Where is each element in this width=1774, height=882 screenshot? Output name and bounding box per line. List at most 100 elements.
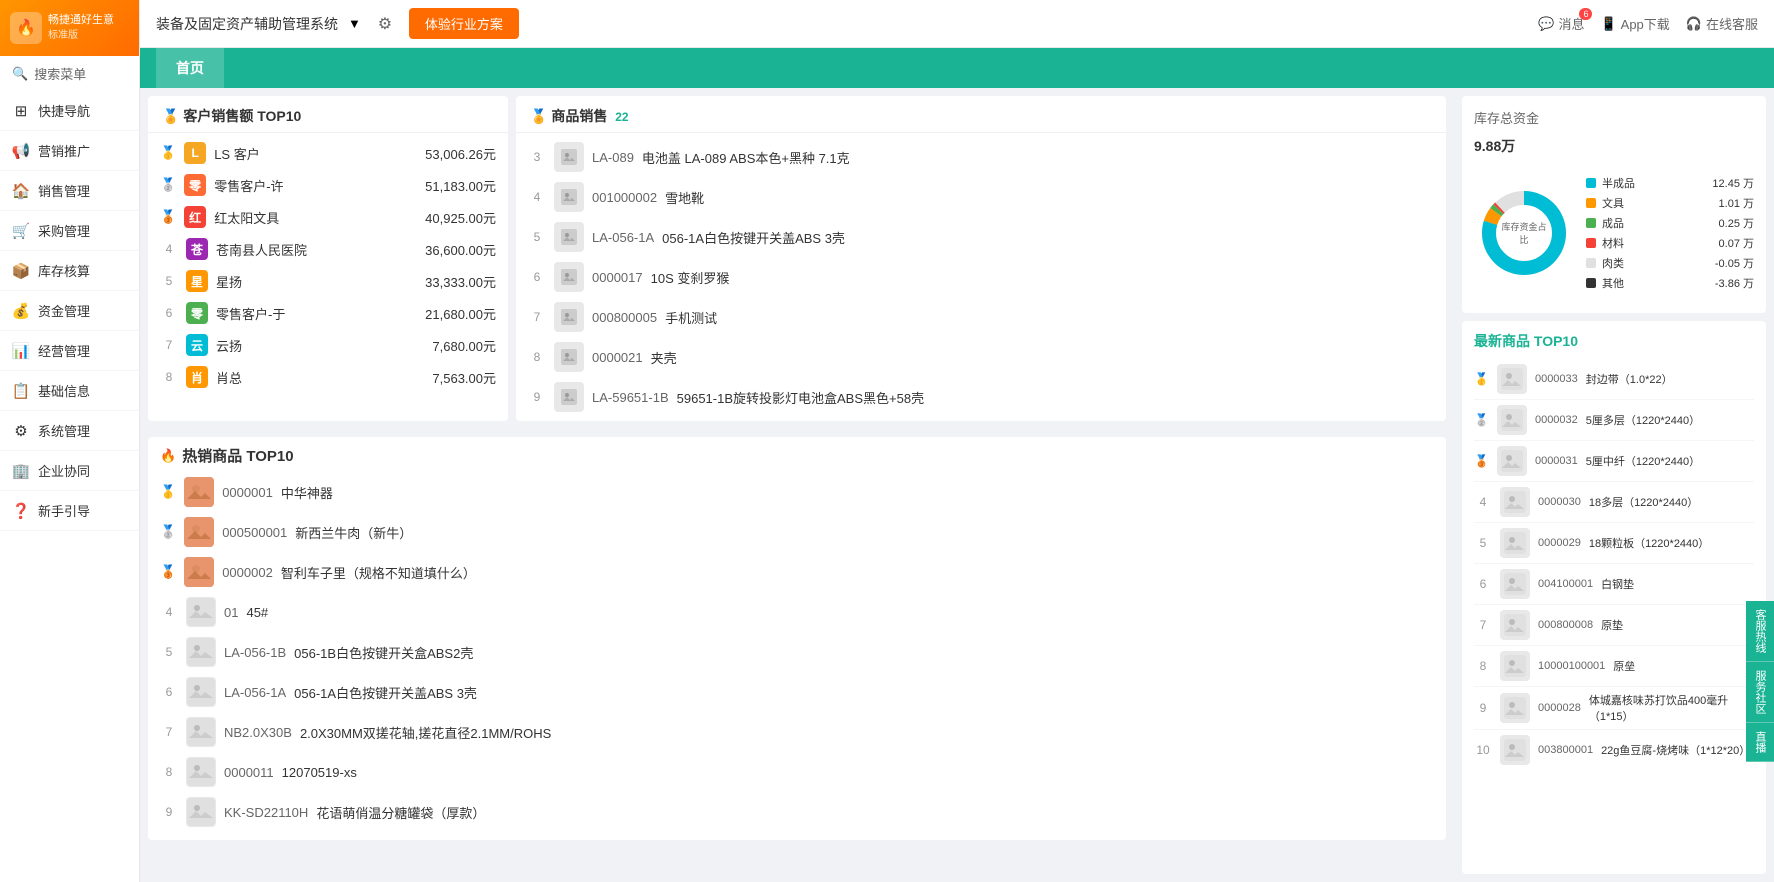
product-code: 0000031 bbox=[1535, 455, 1578, 467]
gear-icon[interactable]: ⚙ bbox=[371, 10, 399, 38]
online-service-btn[interactable]: 🎧 在线客服 bbox=[1686, 14, 1758, 33]
list-item: 🥈 0000032 5厘多层（1220*2440） bbox=[1474, 400, 1754, 441]
customer-amount: 40,925.00元 bbox=[425, 208, 496, 227]
product-name: 59651-1B旋转投影灯电池盒ABS黑色+58壳 bbox=[677, 388, 1434, 407]
product-code: LA-056-1A bbox=[592, 230, 654, 245]
cs-live-btn[interactable]: 直播 bbox=[1746, 723, 1774, 762]
rank-number: 6 bbox=[160, 685, 178, 699]
product-image-placeholder bbox=[1500, 487, 1530, 517]
sidebar-item-base-info[interactable]: 📋 基础信息 bbox=[0, 371, 139, 411]
try-btn[interactable]: 体验行业方案 bbox=[409, 8, 519, 39]
product-image-placeholder bbox=[554, 302, 584, 332]
customer-badge: 苍 bbox=[186, 238, 208, 260]
donut-label: 库存资金占比 bbox=[1499, 220, 1549, 246]
donut-chart: 库存资金占比 bbox=[1474, 183, 1574, 283]
product-code: 000500001 bbox=[222, 525, 287, 540]
bronze-medal-icon: 🥉 bbox=[160, 209, 176, 225]
search-menu[interactable]: 🔍 搜索菜单 bbox=[0, 56, 139, 91]
product-code: 0000030 bbox=[1538, 496, 1581, 508]
product-name: 45# bbox=[246, 605, 1434, 620]
legend-name: 成品 bbox=[1602, 215, 1713, 231]
sidebar-item-enterprise[interactable]: 🏢 企业协同 bbox=[0, 451, 139, 491]
table-row: 8 0000021 夹壳 bbox=[516, 337, 1446, 377]
sidebar-item-purchase-mgmt[interactable]: 🛒 采购管理 bbox=[0, 211, 139, 251]
customer-name: 肖总 bbox=[216, 368, 424, 387]
cs-community-btn[interactable]: 服务社区 bbox=[1746, 662, 1774, 723]
sidebar-label-stock-calc: 库存核算 bbox=[38, 261, 90, 280]
customer-badge: 红 bbox=[184, 206, 206, 228]
sidebar-item-marketing[interactable]: 📢 营销推广 bbox=[0, 131, 139, 171]
product-image-placeholder bbox=[1497, 405, 1527, 435]
customer-badge: 肖 bbox=[186, 366, 208, 388]
product-code: 004100001 bbox=[1538, 578, 1593, 590]
sidebar-item-sys-mgmt[interactable]: ⚙ 系统管理 bbox=[0, 411, 139, 451]
newest-products-panel: 最新商品 TOP10 🥇 0000033 封边带（1.0*22） 🥈 00000… bbox=[1462, 321, 1766, 874]
app-download-btn[interactable]: 📱 App下载 bbox=[1600, 14, 1669, 33]
table-row: 6 0000017 10S 变刹罗猴 bbox=[516, 257, 1446, 297]
rank-number: 5 bbox=[528, 230, 546, 244]
legend-name: 肉类 bbox=[1602, 255, 1709, 271]
product-name: 手机测试 bbox=[665, 308, 1434, 327]
sidebar-item-finance-mgmt[interactable]: 💰 资金管理 bbox=[0, 291, 139, 331]
product-name: 056-1A白色按键开关盖ABS 3壳 bbox=[294, 683, 1434, 702]
sidebar-label-sys-mgmt: 系统管理 bbox=[38, 421, 90, 440]
topbar-dropdown[interactable]: ▼ bbox=[348, 16, 361, 31]
product-image-placeholder bbox=[186, 797, 216, 827]
product-name: 新西兰牛肉（新牛） bbox=[295, 523, 1434, 542]
sidebar-item-newbie[interactable]: ❓ 新手引导 bbox=[0, 491, 139, 531]
gold-medal-icon: 🥇 bbox=[1474, 372, 1489, 386]
tab-home[interactable]: 首页 bbox=[156, 48, 224, 88]
customer-badge: 零 bbox=[184, 174, 206, 196]
product-name: 白钢垫 bbox=[1601, 576, 1754, 592]
list-item: 🥉 0000002 智利车子里（规格不知道填什么） bbox=[148, 552, 1446, 592]
customer-badge: 云 bbox=[186, 334, 208, 356]
rank-number: 5 bbox=[160, 274, 178, 288]
rank-number: 9 bbox=[1474, 701, 1492, 715]
table-row: 3 LA-089 电池盖 LA-089 ABS本色+黑种 7.1克 bbox=[516, 137, 1446, 177]
sidebar-item-ops-mgmt[interactable]: 📊 经营管理 bbox=[0, 331, 139, 371]
sidebar-icon-sys-mgmt: ⚙ bbox=[12, 422, 30, 440]
product-name: 18多层（1220*2440） bbox=[1589, 494, 1754, 510]
msg-btn[interactable]: 💬 消息 6 bbox=[1538, 14, 1584, 33]
list-item: 8 10000100001 原垒 bbox=[1474, 646, 1754, 687]
customer-amount: 33,333.00元 bbox=[425, 272, 496, 291]
cs-hotline-btn[interactable]: 客服热线 bbox=[1746, 601, 1774, 662]
product-code: 0000011 bbox=[224, 765, 274, 780]
right-side: 库存总资金 9.88万 bbox=[1454, 88, 1774, 882]
sidebar-item-quick-nav[interactable]: ⊞ 快捷导航 bbox=[0, 91, 139, 131]
legend-item: 材料 0.07 万 bbox=[1586, 233, 1754, 253]
product-ranking-panel: 🏅 商品销售 22 3 LA-089 电池盖 LA-089 ABS本色+黑种 7… bbox=[516, 96, 1446, 421]
product-name: 中华神器 bbox=[281, 483, 1434, 502]
product-name: 花语萌俏温分糖罐袋（厚款） bbox=[316, 803, 1434, 822]
product-image-placeholder bbox=[186, 637, 216, 667]
list-item: 5 LA-056-1B 056-1B白色按键开关盒ABS2壳 bbox=[148, 632, 1446, 672]
top-row: 🏅 客户销售额 TOP10 🥇 L LS 客户 53,006.26元 🥈 零 零… bbox=[148, 96, 1446, 421]
product-code: 0000033 bbox=[1535, 373, 1578, 385]
rank-number: 8 bbox=[528, 350, 546, 364]
product-image-placeholder bbox=[554, 142, 584, 172]
sidebar-item-sales-mgmt[interactable]: 🏠 销售管理 bbox=[0, 171, 139, 211]
legend-value: 0.25 万 bbox=[1719, 215, 1754, 231]
customer-name: 红太阳文具 bbox=[214, 208, 417, 227]
rank-number: 7 bbox=[160, 725, 178, 739]
product-code: 0000028 bbox=[1538, 702, 1581, 714]
legend-color bbox=[1586, 258, 1596, 268]
newest-products-title: 最新商品 TOP10 bbox=[1474, 331, 1754, 351]
product-code: 003800001 bbox=[1538, 744, 1593, 756]
product-image-placeholder bbox=[1497, 364, 1527, 394]
table-row: 8 肖 肖总 7,563.00元 bbox=[148, 361, 508, 393]
search-icon: 🔍 bbox=[12, 66, 28, 82]
bronze-medal-icon: 🥉 bbox=[1474, 454, 1489, 468]
sidebar-label-marketing: 营销推广 bbox=[38, 141, 90, 160]
product-image bbox=[184, 517, 214, 547]
headset-icon: 🎧 bbox=[1686, 16, 1702, 32]
hot-products-panel: 🔥 热销商品 TOP10 🥇 0000001 中华神器 🥈 000500001 … bbox=[148, 437, 1446, 840]
product-image-placeholder bbox=[554, 382, 584, 412]
sidebar-icon-marketing: 📢 bbox=[12, 142, 30, 160]
sidebar-icon-enterprise: 🏢 bbox=[12, 462, 30, 480]
product-name: 夹壳 bbox=[651, 348, 1434, 367]
product-image-placeholder bbox=[186, 757, 216, 787]
legend-name: 半成品 bbox=[1602, 175, 1706, 191]
sidebar-item-stock-calc[interactable]: 📦 库存核算 bbox=[0, 251, 139, 291]
legend-name: 文具 bbox=[1602, 195, 1713, 211]
